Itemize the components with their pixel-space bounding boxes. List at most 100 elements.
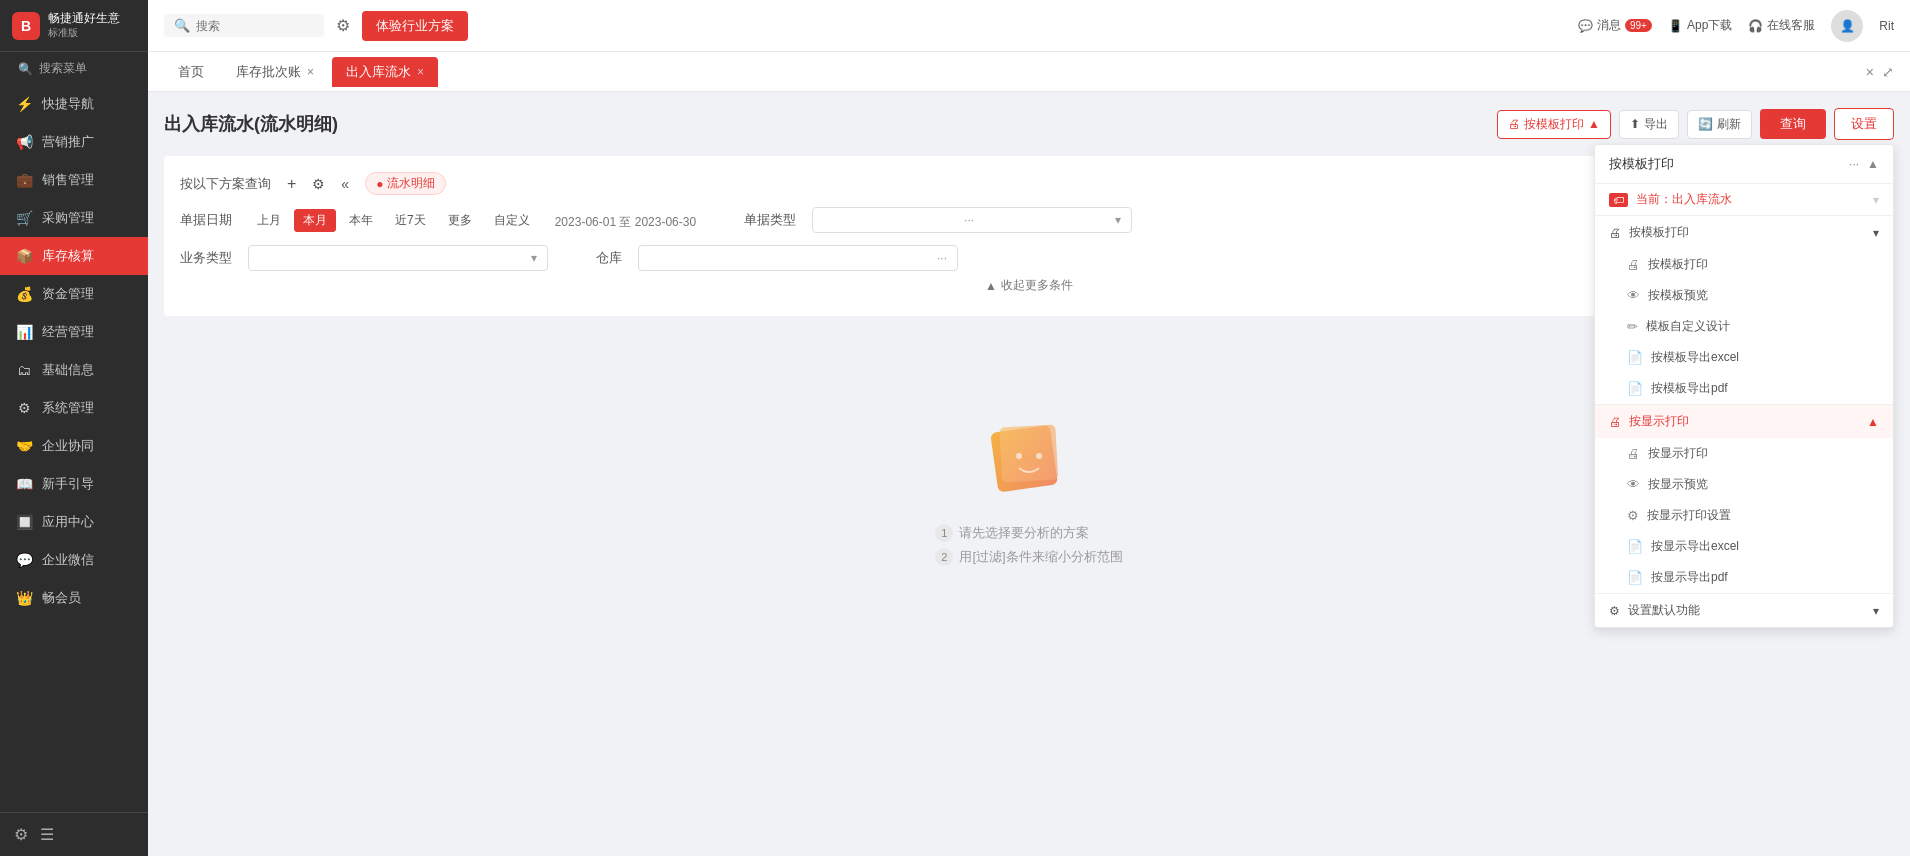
topbar-gear-icon[interactable]: ⚙ [336, 16, 350, 35]
date-more[interactable]: 更多 [439, 209, 481, 232]
date-this-year[interactable]: 本年 [340, 209, 382, 232]
warehouse-more: ··· [937, 251, 947, 265]
default-func-label: 设置默认功能 [1628, 602, 1700, 619]
msg-badge: 99+ [1625, 19, 1652, 32]
template-design-item[interactable]: ✏ 模板自定义设计 [1595, 311, 1893, 342]
display-pdf-item[interactable]: 📄 按显示导出pdf [1595, 562, 1893, 593]
page-header: 出入库流水(流水明细) 🖨 按模板打印 ▲ ⬆ 导出 🔄 刷新 [164, 108, 1894, 140]
sidebar-item-operations[interactable]: 📊 经营管理 [0, 313, 148, 351]
sidebar-item-label: 营销推广 [42, 133, 94, 151]
purchase-icon: 🛒 [14, 210, 34, 226]
filter-tag-flow[interactable]: ● 流水明细 [365, 172, 446, 195]
dropdown-more-btn[interactable]: ··· [1849, 157, 1859, 171]
step1-num: 1 [935, 524, 953, 542]
template-preview-item[interactable]: 👁 按模板预览 [1595, 280, 1893, 311]
sidebar-item-wechat[interactable]: 💬 企业微信 [0, 541, 148, 579]
window-restore-btn[interactable]: ⤢ [1882, 64, 1894, 80]
username[interactable]: Rit [1879, 19, 1894, 33]
sidebar-item-guide[interactable]: 📖 新手引导 [0, 465, 148, 503]
basic-icon: 🗂 [14, 362, 34, 378]
voucher-type-select[interactable]: ··· ▾ [812, 207, 1132, 233]
display-preview-item[interactable]: 👁 按显示预览 [1595, 469, 1893, 500]
tab-inventory-flow[interactable]: 出入库流水 × [332, 57, 438, 87]
date-this-month[interactable]: 本月 [294, 209, 336, 232]
filter-collapse-icon[interactable]: « [341, 176, 349, 192]
display-excel-item[interactable]: 📄 按显示导出excel [1595, 531, 1893, 562]
warehouse-select[interactable]: ··· [638, 245, 958, 271]
sidebar-item-app-center[interactable]: 🔲 应用中心 [0, 503, 148, 541]
sidebar-item-system[interactable]: ⚙ 系统管理 [0, 389, 148, 427]
sidebar-item-finance[interactable]: 💰 资金管理 [0, 275, 148, 313]
service-icon: 🎧 [1748, 19, 1763, 33]
display-print-item[interactable]: 🖨 按显示打印 [1595, 438, 1893, 469]
voucher-type-chevron: ▾ [1115, 213, 1121, 227]
sidebar-item-label: 企业协同 [42, 437, 94, 455]
tab-batch-close[interactable]: × [307, 65, 314, 79]
sidebar-item-basic[interactable]: 🗂 基础信息 [0, 351, 148, 389]
collapse-up-icon: ▲ [985, 279, 997, 293]
sidebar-item-collab[interactable]: 🤝 企业协同 [0, 427, 148, 465]
filter-settings-icon[interactable]: ⚙ [312, 176, 325, 192]
service-label: 在线客服 [1767, 17, 1815, 34]
date-custom[interactable]: 自定义 [485, 209, 539, 232]
topbar-search-box[interactable]: 🔍 [164, 14, 324, 37]
refresh-btn[interactable]: 🔄 刷新 [1687, 110, 1752, 139]
user-avatar[interactable]: 👤 [1831, 10, 1863, 42]
sidebar-item-sales[interactable]: 💼 销售管理 [0, 161, 148, 199]
sidebar-item-label: 采购管理 [42, 209, 94, 227]
display-print-section-header[interactable]: 🖨 按显示打印 ▲ [1595, 405, 1893, 438]
item-print-icon: 🖨 [1627, 257, 1640, 272]
topbar-msg[interactable]: 💬 消息 99+ [1578, 17, 1652, 34]
date-last-7[interactable]: 近7天 [386, 209, 435, 232]
refresh-label: 刷新 [1717, 116, 1741, 133]
tab-home[interactable]: 首页 [164, 57, 218, 87]
tab-inventory-batch[interactable]: 库存批次账 × [222, 57, 328, 87]
template-print-section-header[interactable]: 🖨 按模板打印 ▾ [1595, 216, 1893, 249]
display-item-pdf-icon: 📄 [1627, 570, 1643, 585]
current-template-label: 当前：出入库流水 [1636, 191, 1732, 208]
tab-batch-label: 库存批次账 [236, 63, 301, 81]
refresh-icon: 🔄 [1698, 117, 1713, 131]
topbar-service[interactable]: 🎧 在线客服 [1748, 17, 1815, 34]
sidebar-item-inventory[interactable]: 📦 库存核算 [0, 237, 148, 275]
date-last-month[interactable]: 上月 [248, 209, 290, 232]
menu-toggle-icon[interactable]: ☰ [40, 825, 54, 844]
collapse-text: 收起更多条件 [1001, 277, 1073, 294]
query-btn[interactable]: 查询 [1760, 109, 1826, 139]
dropdown-chevron-up[interactable]: ▲ [1867, 157, 1879, 171]
print-template-btn[interactable]: 🖨 按模板打印 ▲ [1497, 110, 1611, 139]
sidebar-item-quick-nav[interactable]: ⚡ 快捷导航 [0, 85, 148, 123]
date-label: 单据日期 [180, 211, 232, 229]
display-item-preview-icon: 👁 [1627, 477, 1640, 492]
sidebar-item-label: 库存核算 [42, 247, 94, 265]
sales-icon: 💼 [14, 172, 34, 188]
settings-footer-icon[interactable]: ⚙ [14, 825, 28, 844]
topbar-search-input[interactable] [196, 19, 296, 33]
dropdown-current-template[interactable]: 🏷 当前：出入库流水 ▾ [1595, 184, 1893, 216]
sidebar-search[interactable]: 🔍 搜索菜单 [0, 52, 148, 85]
sidebar-item-marketing[interactable]: 📢 营销推广 [0, 123, 148, 161]
template-excel-item[interactable]: 📄 按模板导出excel [1595, 342, 1893, 373]
app-name: 畅捷通好生意 [48, 11, 120, 27]
display-settings-item[interactable]: ⚙ 按显示打印设置 [1595, 500, 1893, 531]
filter-add-icon[interactable]: + [287, 175, 296, 193]
topbar: 🔍 ⚙ 体验行业方案 💬 消息 99+ 📱 App下载 🎧 在线客服 👤 Rit [148, 0, 1910, 52]
sidebar-nav: ⚡ 快捷导航 📢 营销推广 💼 销售管理 🛒 采购管理 📦 库存核算 💰 资金管… [0, 85, 148, 812]
biz-type-select[interactable]: ▾ [248, 245, 548, 271]
sidebar-item-purchase[interactable]: 🛒 采购管理 [0, 199, 148, 237]
window-controls: × ⤢ [1866, 64, 1894, 80]
template-print-icon: 🖨 [1609, 226, 1621, 240]
settings-btn[interactable]: 设置 [1834, 108, 1894, 140]
dropdown-footer[interactable]: ⚙ 设置默认功能 ▾ [1595, 594, 1893, 627]
sidebar-item-vip[interactable]: 👑 畅会员 [0, 579, 148, 617]
inventory-icon: 📦 [14, 248, 34, 264]
topbar-app-download[interactable]: 📱 App下载 [1668, 17, 1732, 34]
app-icon: 📱 [1668, 19, 1683, 33]
export-btn[interactable]: ⬆ 导出 [1619, 110, 1679, 139]
industry-btn[interactable]: 体验行业方案 [362, 11, 468, 41]
tab-flow-close[interactable]: × [417, 65, 424, 79]
template-pdf-item[interactable]: 📄 按模板导出pdf [1595, 373, 1893, 404]
template-print-item-1[interactable]: 🖨 按模板打印 [1595, 249, 1893, 280]
filter-tag-icon: ● [376, 177, 383, 191]
window-close-btn[interactable]: × [1866, 64, 1874, 80]
